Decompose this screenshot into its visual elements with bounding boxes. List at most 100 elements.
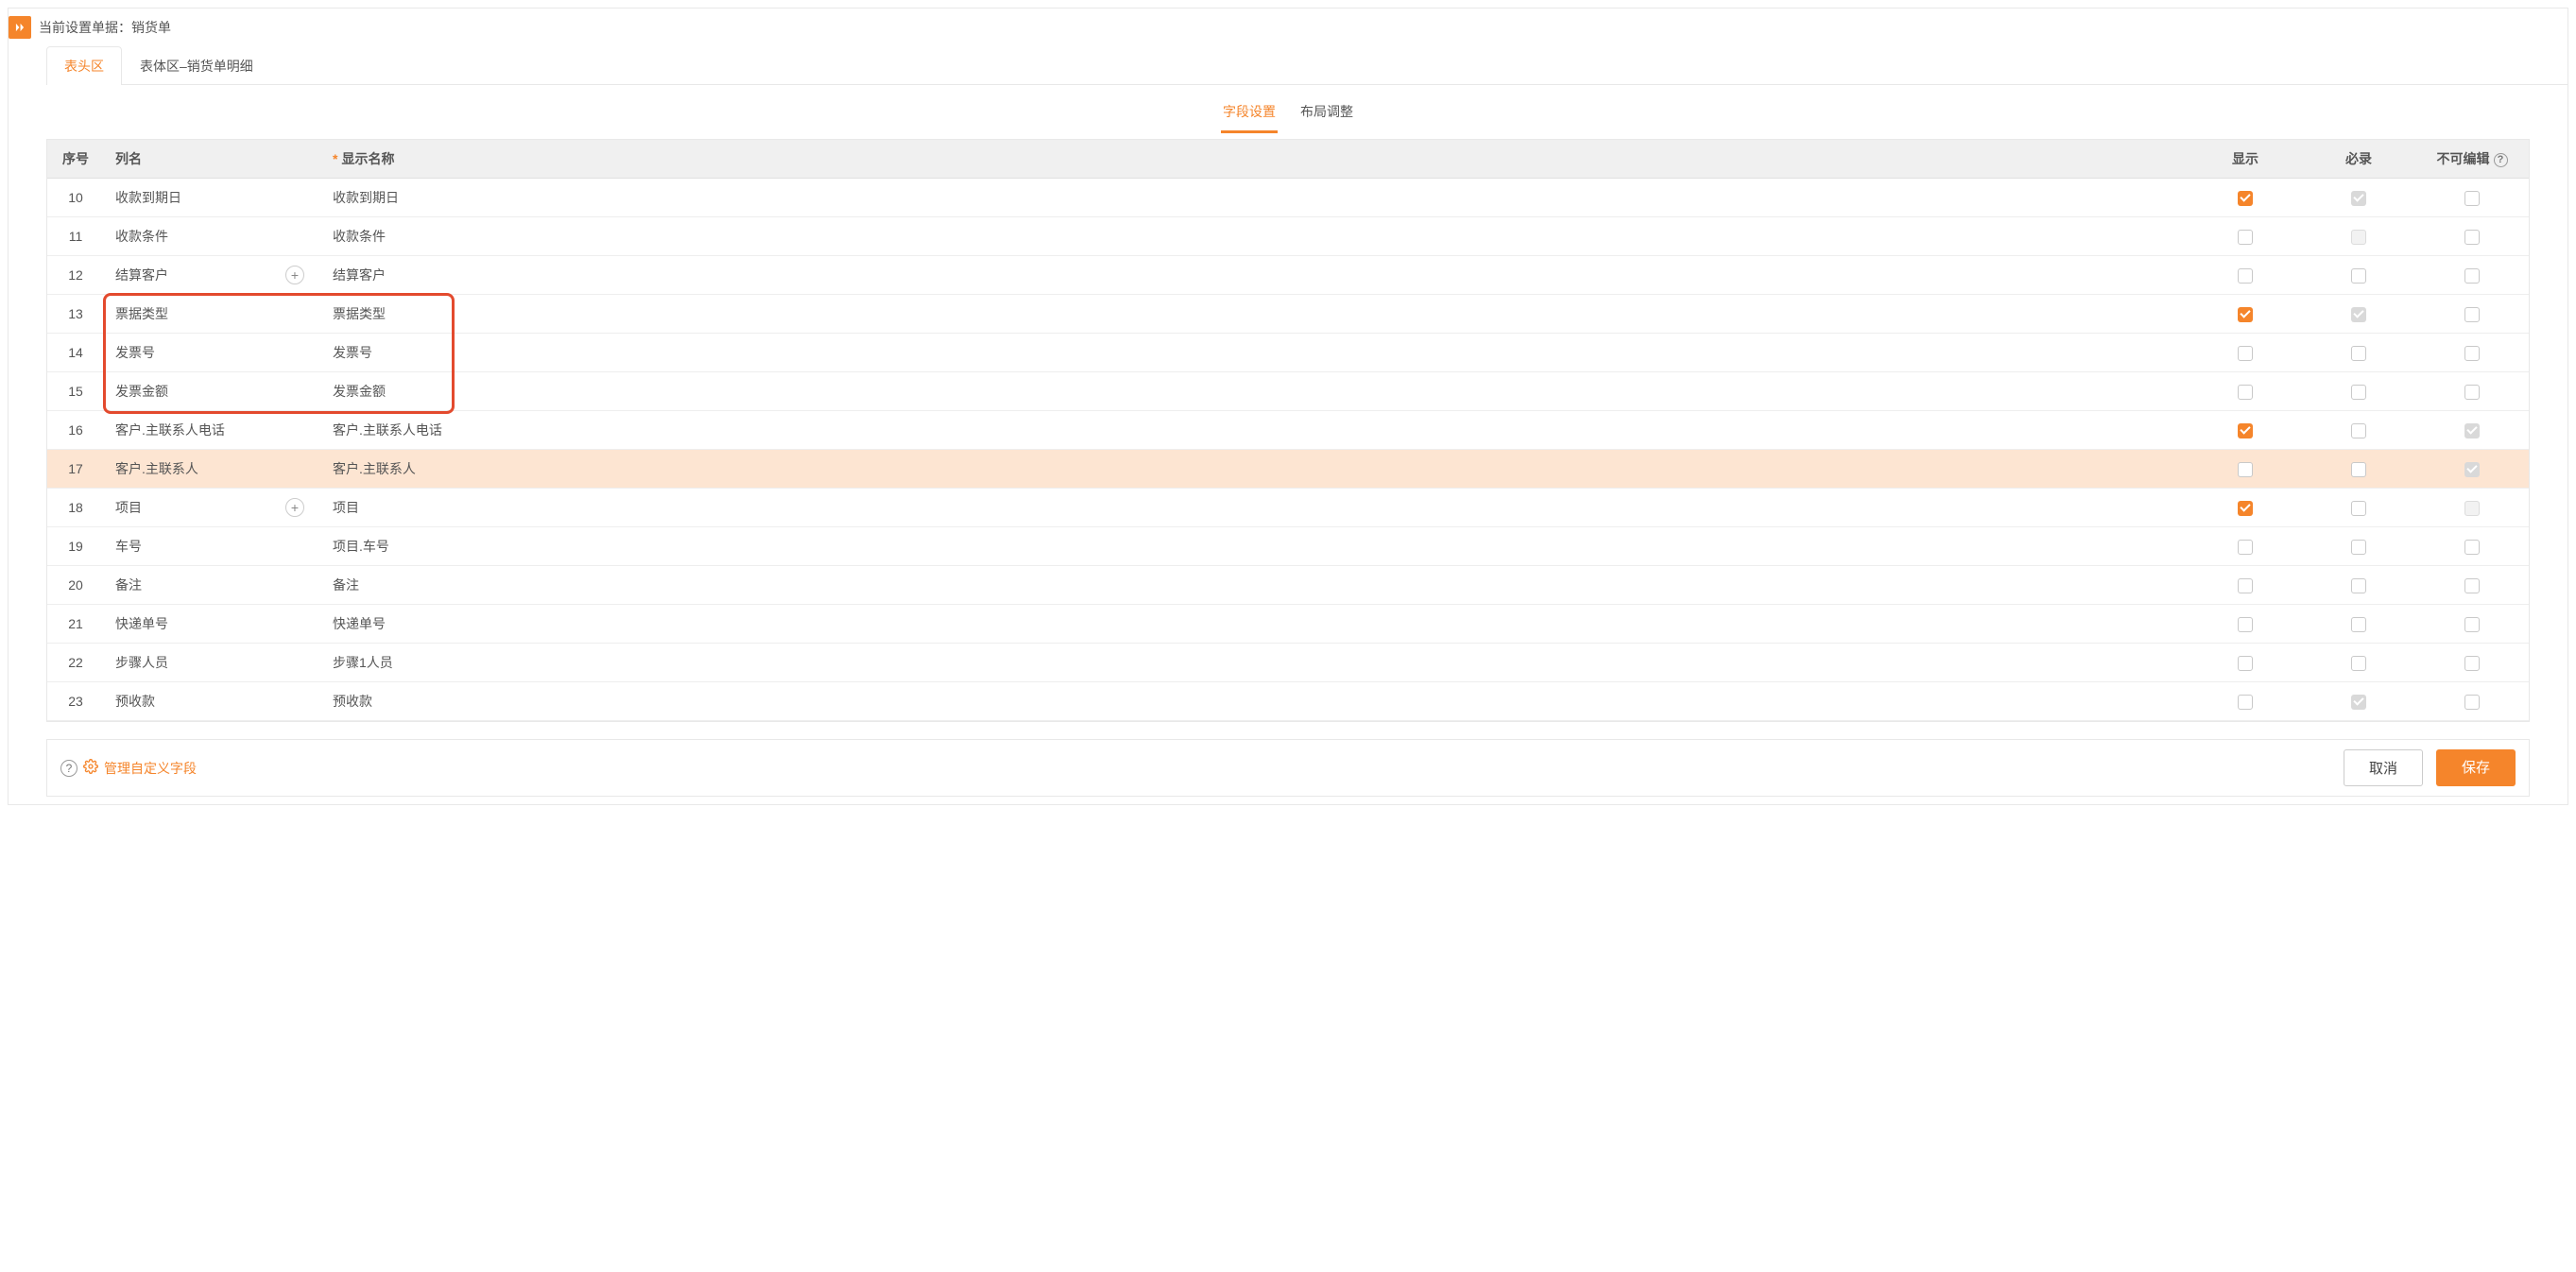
checkbox[interactable] xyxy=(2464,540,2480,555)
cell-name: 步骤人员 xyxy=(104,644,321,682)
checkbox[interactable] xyxy=(2464,385,2480,400)
table-row[interactable]: 20备注备注 xyxy=(47,566,2529,605)
table-row[interactable]: 11收款条件收款条件 xyxy=(47,217,2529,256)
checkbox[interactable] xyxy=(2351,578,2366,593)
cell-name: 票据类型 xyxy=(104,295,321,334)
checkbox[interactable] xyxy=(2238,540,2253,555)
cell-display-name[interactable]: 项目 xyxy=(321,489,2189,527)
checkbox[interactable] xyxy=(2238,656,2253,671)
checkbox xyxy=(2464,423,2480,438)
checkbox[interactable] xyxy=(2464,307,2480,322)
cell-display-name[interactable]: 项目.车号 xyxy=(321,527,2189,566)
checkbox xyxy=(2351,191,2366,206)
table-row[interactable]: 15发票金额发票金额 xyxy=(47,372,2529,411)
checkbox[interactable] xyxy=(2238,307,2253,322)
checkbox[interactable] xyxy=(2351,346,2366,361)
checkbox[interactable] xyxy=(2238,501,2253,516)
help-icon[interactable]: ? xyxy=(2494,153,2508,167)
table-row[interactable]: 21快递单号快递单号 xyxy=(47,605,2529,644)
checkbox[interactable] xyxy=(2351,423,2366,438)
checkbox xyxy=(2351,695,2366,710)
checkbox[interactable] xyxy=(2238,462,2253,477)
cell-display-name[interactable]: 预收款 xyxy=(321,682,2189,721)
question-icon[interactable]: ? xyxy=(60,760,77,777)
cell-name-text: 收款到期日 xyxy=(115,190,181,205)
table-row[interactable]: 22步骤人员步骤1人员 xyxy=(47,644,2529,682)
checkbox[interactable] xyxy=(2464,578,2480,593)
checkbox[interactable] xyxy=(2464,617,2480,632)
table-row[interactable]: 16客户.主联系人电话客户.主联系人电话 xyxy=(47,411,2529,450)
cell-display-name[interactable]: 收款条件 xyxy=(321,217,2189,256)
checkbox[interactable] xyxy=(2351,656,2366,671)
checkbox[interactable] xyxy=(2238,695,2253,710)
checkbox[interactable] xyxy=(2464,191,2480,206)
table-row[interactable]: 23预收款预收款 xyxy=(47,682,2529,721)
table-row[interactable]: 10 收款到期日 收款到期日 xyxy=(47,179,2529,217)
plus-icon[interactable]: + xyxy=(285,498,304,517)
checkbox[interactable] xyxy=(2351,540,2366,555)
tab-primary-0[interactable]: 表头区 xyxy=(46,46,122,85)
checkbox[interactable] xyxy=(2238,346,2253,361)
cell-required xyxy=(2302,605,2415,644)
checkbox[interactable] xyxy=(2238,423,2253,438)
col-name: 列名 xyxy=(104,140,321,179)
checkbox xyxy=(2351,307,2366,322)
table-row[interactable]: 19车号项目.车号 xyxy=(47,527,2529,566)
cell-display-name[interactable]: 客户.主联系人电话 xyxy=(321,411,2189,450)
table-row[interactable]: 17客户.主联系人客户.主联系人 xyxy=(47,450,2529,489)
checkbox[interactable] xyxy=(2238,268,2253,284)
cell-seq: 18 xyxy=(47,489,104,527)
checkbox[interactable] xyxy=(2238,385,2253,400)
footer-left: ? 管理自定义字段 xyxy=(60,759,197,778)
plus-icon[interactable]: + xyxy=(285,266,304,284)
checkbox[interactable] xyxy=(2351,385,2366,400)
checkbox[interactable] xyxy=(2238,191,2253,206)
checkbox[interactable] xyxy=(2238,578,2253,593)
tab-primary-1[interactable]: 表体区–销货单明细 xyxy=(122,46,271,85)
cell-display-name[interactable]: 快递单号 xyxy=(321,605,2189,644)
cell-seq: 20 xyxy=(47,566,104,605)
cell-name: 车号 xyxy=(104,527,321,566)
table-row[interactable]: 12结算客户+结算客户 xyxy=(47,256,2529,295)
cancel-button[interactable]: 取消 xyxy=(2344,749,2423,786)
table-row[interactable]: 14发票号发票号 xyxy=(47,334,2529,372)
table-row[interactable]: 13票据类型票据类型 xyxy=(47,295,2529,334)
cell-name: 备注 xyxy=(104,566,321,605)
subtabs: 字段设置布局调整 xyxy=(9,85,2567,139)
cell-required xyxy=(2302,527,2415,566)
cell-required xyxy=(2302,489,2415,527)
save-button[interactable]: 保存 xyxy=(2436,749,2516,786)
cell-display-name[interactable]: 客户.主联系人 xyxy=(321,450,2189,489)
cell-display-name[interactable]: 步骤1人员 xyxy=(321,644,2189,682)
manage-custom-fields-link[interactable]: 管理自定义字段 xyxy=(104,759,197,778)
checkbox[interactable] xyxy=(2238,230,2253,245)
cell-required xyxy=(2302,256,2415,295)
cell-display-name[interactable]: 发票金额 xyxy=(321,372,2189,411)
cell-display-name[interactable]: 备注 xyxy=(321,566,2189,605)
checkbox[interactable] xyxy=(2464,346,2480,361)
expand-panel-button[interactable] xyxy=(9,16,31,39)
checkbox[interactable] xyxy=(2464,230,2480,245)
table-row[interactable]: 18项目+项目 xyxy=(47,489,2529,527)
subtab-0[interactable]: 字段设置 xyxy=(1221,96,1278,133)
checkbox[interactable] xyxy=(2351,501,2366,516)
cell-display-name[interactable]: 票据类型 xyxy=(321,295,2189,334)
checkbox[interactable] xyxy=(2351,462,2366,477)
cell-seq: 11 xyxy=(47,217,104,256)
cell-display-name[interactable]: 收款到期日 xyxy=(321,179,2189,217)
checkbox[interactable] xyxy=(2464,656,2480,671)
checkbox[interactable] xyxy=(2351,617,2366,632)
checkbox[interactable] xyxy=(2464,268,2480,284)
cell-seq: 10 xyxy=(47,179,104,217)
checkbox xyxy=(2464,501,2480,516)
cell-display-name[interactable]: 结算客户 xyxy=(321,256,2189,295)
cell-display-name[interactable]: 发票号 xyxy=(321,334,2189,372)
subtab-1[interactable]: 布局调整 xyxy=(1298,96,1355,133)
col-seq: 序号 xyxy=(47,140,104,179)
checkbox[interactable] xyxy=(2351,268,2366,284)
cell-readonly xyxy=(2415,256,2529,295)
checkbox[interactable] xyxy=(2464,695,2480,710)
cell-name: 快递单号 xyxy=(104,605,321,644)
checkbox[interactable] xyxy=(2238,617,2253,632)
cell-readonly xyxy=(2415,179,2529,217)
